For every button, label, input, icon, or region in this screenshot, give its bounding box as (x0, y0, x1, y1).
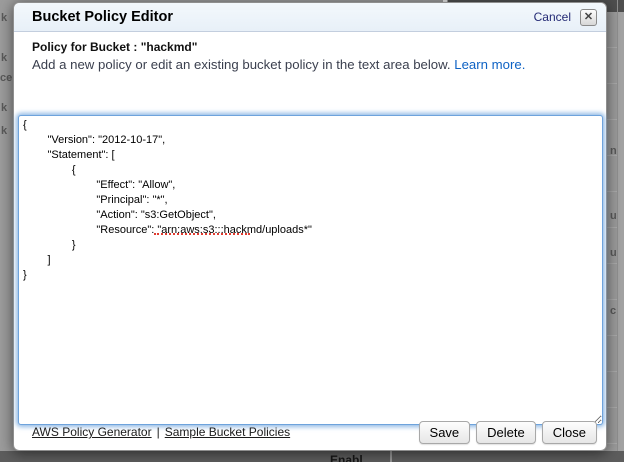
dialog-titlebar: Bucket Policy Editor Cancel ✕ (14, 3, 606, 32)
dialog-description: Add a new policy or edit an existing buc… (32, 57, 525, 72)
page-overlay-right-line (617, 0, 618, 462)
policy-textarea[interactable]: { "Version": "2012-10-17", "Statement": … (18, 115, 603, 425)
sample-bucket-policies-link[interactable]: Sample Bucket Policies (165, 425, 290, 439)
bg-text-fragment: u (610, 210, 620, 222)
bucket-policy-editor-dialog: Bucket Policy Editor Cancel ✕ Policy for… (13, 2, 607, 451)
learn-more-link[interactable]: Learn more. (454, 57, 525, 72)
dialog-title: Bucket Policy Editor (32, 9, 534, 25)
link-separator: | (157, 425, 160, 439)
bg-text-fragment: ce (0, 72, 12, 84)
page-overlay-bottom-line (390, 451, 392, 462)
bg-text-fragment: n (610, 145, 620, 157)
bg-text-fragment: k (1, 102, 12, 114)
save-button[interactable]: Save (419, 421, 471, 444)
close-icon[interactable]: ✕ (580, 9, 597, 26)
bg-text-fragment: c (610, 305, 620, 317)
bg-text-fragment: u (610, 247, 620, 259)
bucket-policy-subtitle: Policy for Bucket : "hackmd" (32, 40, 197, 54)
description-text: Add a new policy or edit an existing buc… (32, 57, 451, 72)
delete-button[interactable]: Delete (476, 421, 536, 444)
page-overlay-right-rows (607, 12, 624, 451)
policy-textarea-wrapper: { "Version": "2012-10-17", "Statement": … (18, 115, 603, 425)
page-overlay-bottom-dark (0, 451, 624, 462)
page-overlay-bottom-text: Enabl (330, 453, 390, 462)
close-button[interactable]: Close (542, 421, 597, 444)
bg-text-fragment: k (1, 12, 12, 24)
dialog-footer: AWS Policy Generator | Sample Bucket Pol… (14, 418, 606, 450)
bg-text-fragment: k (1, 52, 12, 64)
bg-text-fragment: k (1, 125, 12, 137)
aws-policy-generator-link[interactable]: AWS Policy Generator (32, 425, 152, 439)
cancel-link[interactable]: Cancel (534, 10, 571, 24)
